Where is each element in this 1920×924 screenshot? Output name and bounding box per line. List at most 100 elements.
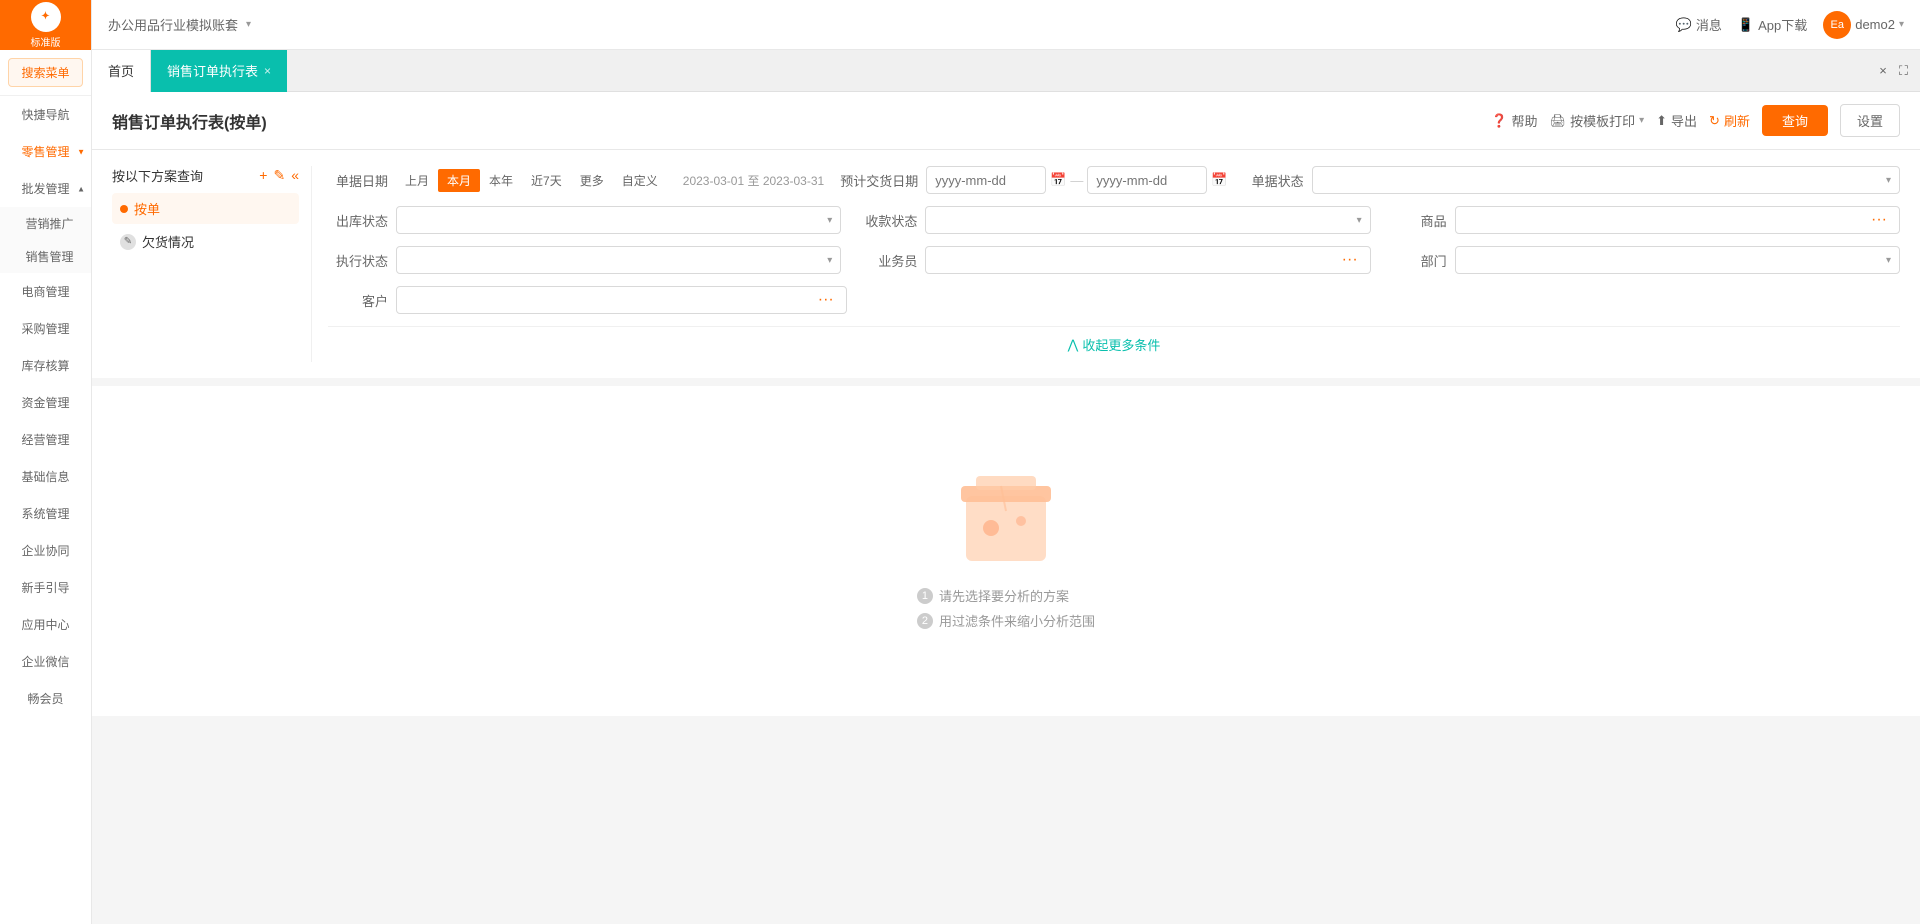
goods-dots-icon[interactable]: ···	[1867, 211, 1891, 229]
filter-row-2: 出库状态 ▾ 收款状态 ▾	[328, 206, 1900, 234]
filter-salesman-item: 业务员 ···	[857, 246, 1370, 274]
tab-7days[interactable]: 近7天	[522, 169, 571, 192]
export-button[interactable]: ⬆ 导出	[1656, 111, 1697, 130]
edit-scheme-icon[interactable]: ✎	[273, 167, 285, 184]
tab-this-year[interactable]: 本年	[480, 169, 522, 192]
username-label: demo2	[1855, 17, 1895, 32]
filter-row-3: 执行状态 ▾ 业务员 ···	[328, 246, 1900, 274]
page-header: 销售订单执行表(按单) ❓ 帮助 🖨 按模板打印 ▾ ⬆ 导出 ↻ 刷新	[92, 92, 1920, 150]
sidebar-item-enterprise[interactable]: 企业协同	[0, 532, 91, 569]
tab-this-month[interactable]: 本月	[438, 169, 480, 192]
logo-sub: 标准版	[31, 34, 61, 49]
receipt-select[interactable]: ▾	[925, 206, 1370, 234]
filter-panel: 按以下方案查询 + ✎ « 按单 ✎ 欠货情况	[92, 150, 1920, 378]
sidebar-item-quick-nav[interactable]: 快捷导航	[0, 96, 91, 133]
salesman-dots-icon[interactable]: ···	[1338, 251, 1362, 269]
tab-more[interactable]: 更多	[571, 169, 613, 192]
sidebar-sub-sales[interactable]: 销售管理	[0, 240, 91, 273]
expected-date-start[interactable]	[926, 166, 1046, 194]
app-download-label: App下载	[1758, 15, 1807, 34]
filter-scheme-header: 按以下方案查询 + ✎ «	[112, 166, 299, 185]
close-window-icon[interactable]: ×	[1879, 63, 1887, 79]
print-dropdown-icon: ▾	[1639, 115, 1644, 126]
goods-input-area[interactable]: ···	[1455, 206, 1900, 234]
sidebar-item-system[interactable]: 系统管理	[0, 495, 91, 532]
date-tabs: 上月 本月 本年 近7天 更多 自定义	[396, 169, 667, 192]
print-button[interactable]: 🖨 按模板打印 ▾	[1550, 111, 1645, 130]
sidebar-item-newbie[interactable]: 新手引导	[0, 569, 91, 606]
user-profile[interactable]: Ea demo2 ▾	[1823, 11, 1904, 39]
sidebar-item-finance[interactable]: 资金管理	[0, 384, 91, 421]
calendar-icon-start[interactable]: 📅	[1050, 172, 1066, 188]
app-download-button[interactable]: 📱 App下载	[1738, 15, 1807, 34]
filter-dept-item: 部门 ▾	[1387, 246, 1900, 274]
dept-chevron-icon: ▾	[1886, 255, 1891, 266]
salesman-input-area[interactable]: ···	[925, 246, 1370, 274]
avatar: Ea	[1823, 11, 1851, 39]
search-menu-button[interactable]: 搜索菜单	[8, 58, 83, 87]
scheme-item-label2: 欠货情况	[142, 232, 194, 251]
app-download-icon: 📱	[1738, 17, 1754, 33]
filter-row-4: 客户 ···	[328, 286, 1900, 314]
collapse-scheme-icon[interactable]: «	[291, 167, 299, 184]
message-button[interactable]: 💬 消息	[1676, 15, 1722, 34]
header-dropdown-arrow[interactable]: ▾	[246, 19, 251, 30]
export-icon: ⬆	[1656, 113, 1667, 129]
dept-label: 部门	[1387, 251, 1447, 270]
date-label: 单据日期	[328, 171, 388, 190]
filter-outstock-item: 出库状态 ▾	[328, 206, 841, 234]
sidebar-item-purchase[interactable]: 采购管理	[0, 310, 91, 347]
calendar-icon-end[interactable]: 📅	[1211, 172, 1227, 188]
sidebar-item-inventory[interactable]: 库存核算	[0, 347, 91, 384]
tabs-bar: 首页 销售订单执行表 × × ⛶	[92, 50, 1920, 92]
main-area: 办公用品行业模拟账套 ▾ 💬 消息 📱 App下载 Ea demo2 ▾ 首	[92, 0, 1920, 924]
page-title: 销售订单执行表(按单)	[112, 109, 267, 133]
outstock-chevron-icon: ▾	[827, 215, 832, 226]
filter-scheme-title: 按以下方案查询	[112, 166, 203, 185]
breadcrumb: 办公用品行业模拟账套 ▾	[108, 15, 251, 34]
scheme-item-按单[interactable]: 按单	[112, 193, 299, 224]
tab-home[interactable]: 首页	[92, 50, 151, 92]
tab-last-month[interactable]: 上月	[396, 169, 438, 192]
customer-dots-icon[interactable]: ···	[814, 291, 838, 309]
sidebar-item-basic[interactable]: 基础信息	[0, 458, 91, 495]
receipt-label: 收款状态	[857, 211, 917, 230]
filter-exec-item: 执行状态 ▾	[328, 246, 841, 274]
settings-button[interactable]: 设置	[1840, 104, 1900, 137]
exec-select[interactable]: ▾	[396, 246, 841, 274]
collapse-button[interactable]: ⋀ 收起更多条件	[328, 326, 1900, 362]
status-chevron-icon: ▾	[1886, 175, 1891, 186]
maximize-icon[interactable]: ⛶	[1899, 63, 1908, 79]
hint-2-text: 用过滤条件来缩小分析范围	[939, 611, 1095, 630]
help-icon: ❓	[1491, 113, 1507, 129]
sidebar-item-wechat[interactable]: 企业微信	[0, 643, 91, 680]
sidebar-item-member[interactable]: 畅会员	[0, 680, 91, 717]
tab-close-icon[interactable]: ×	[264, 64, 271, 78]
sidebar-item-operation[interactable]: 经营管理	[0, 421, 91, 458]
collapse-arrow-icon: ⋀	[1068, 337, 1079, 353]
refresh-button[interactable]: ↻ 刷新	[1709, 111, 1750, 130]
filter-expected-date-item: 预计交货日期 📅 — 📅	[840, 166, 1227, 194]
sidebar-sub-marketing[interactable]: 营销推广	[0, 207, 91, 240]
filter-receipt-item: 收款状态 ▾	[857, 206, 1370, 234]
scheme-item-label: 按单	[134, 199, 160, 218]
dept-select[interactable]: ▾	[1455, 246, 1900, 274]
query-button[interactable]: 查询	[1762, 105, 1828, 136]
add-scheme-icon[interactable]: +	[259, 167, 267, 184]
tab-sales-order[interactable]: 销售订单执行表 ×	[151, 50, 287, 92]
scheme-item-欠货情况[interactable]: ✎ 欠货情况	[112, 226, 299, 257]
customer-input-area[interactable]: ···	[396, 286, 847, 314]
help-button[interactable]: ❓ 帮助	[1491, 111, 1537, 130]
tab-custom[interactable]: 自定义	[613, 169, 667, 192]
customer-label: 客户	[328, 291, 388, 310]
sidebar-item-appcenter[interactable]: 应用中心	[0, 606, 91, 643]
empty-illustration	[946, 466, 1066, 566]
sidebar-item-retail[interactable]: 零售管理	[0, 133, 91, 170]
hint-2-num: 2	[917, 613, 933, 629]
sidebar-item-wholesale[interactable]: 批发管理	[0, 170, 91, 207]
outstock-select[interactable]: ▾	[396, 206, 841, 234]
expected-date-end[interactable]	[1087, 166, 1207, 194]
status-select[interactable]: ▾	[1312, 166, 1900, 194]
empty-state: 1 请先选择要分析的方案 2 用过滤条件来缩小分析范围	[92, 386, 1920, 716]
sidebar-item-ecommerce[interactable]: 电商管理	[0, 273, 91, 310]
